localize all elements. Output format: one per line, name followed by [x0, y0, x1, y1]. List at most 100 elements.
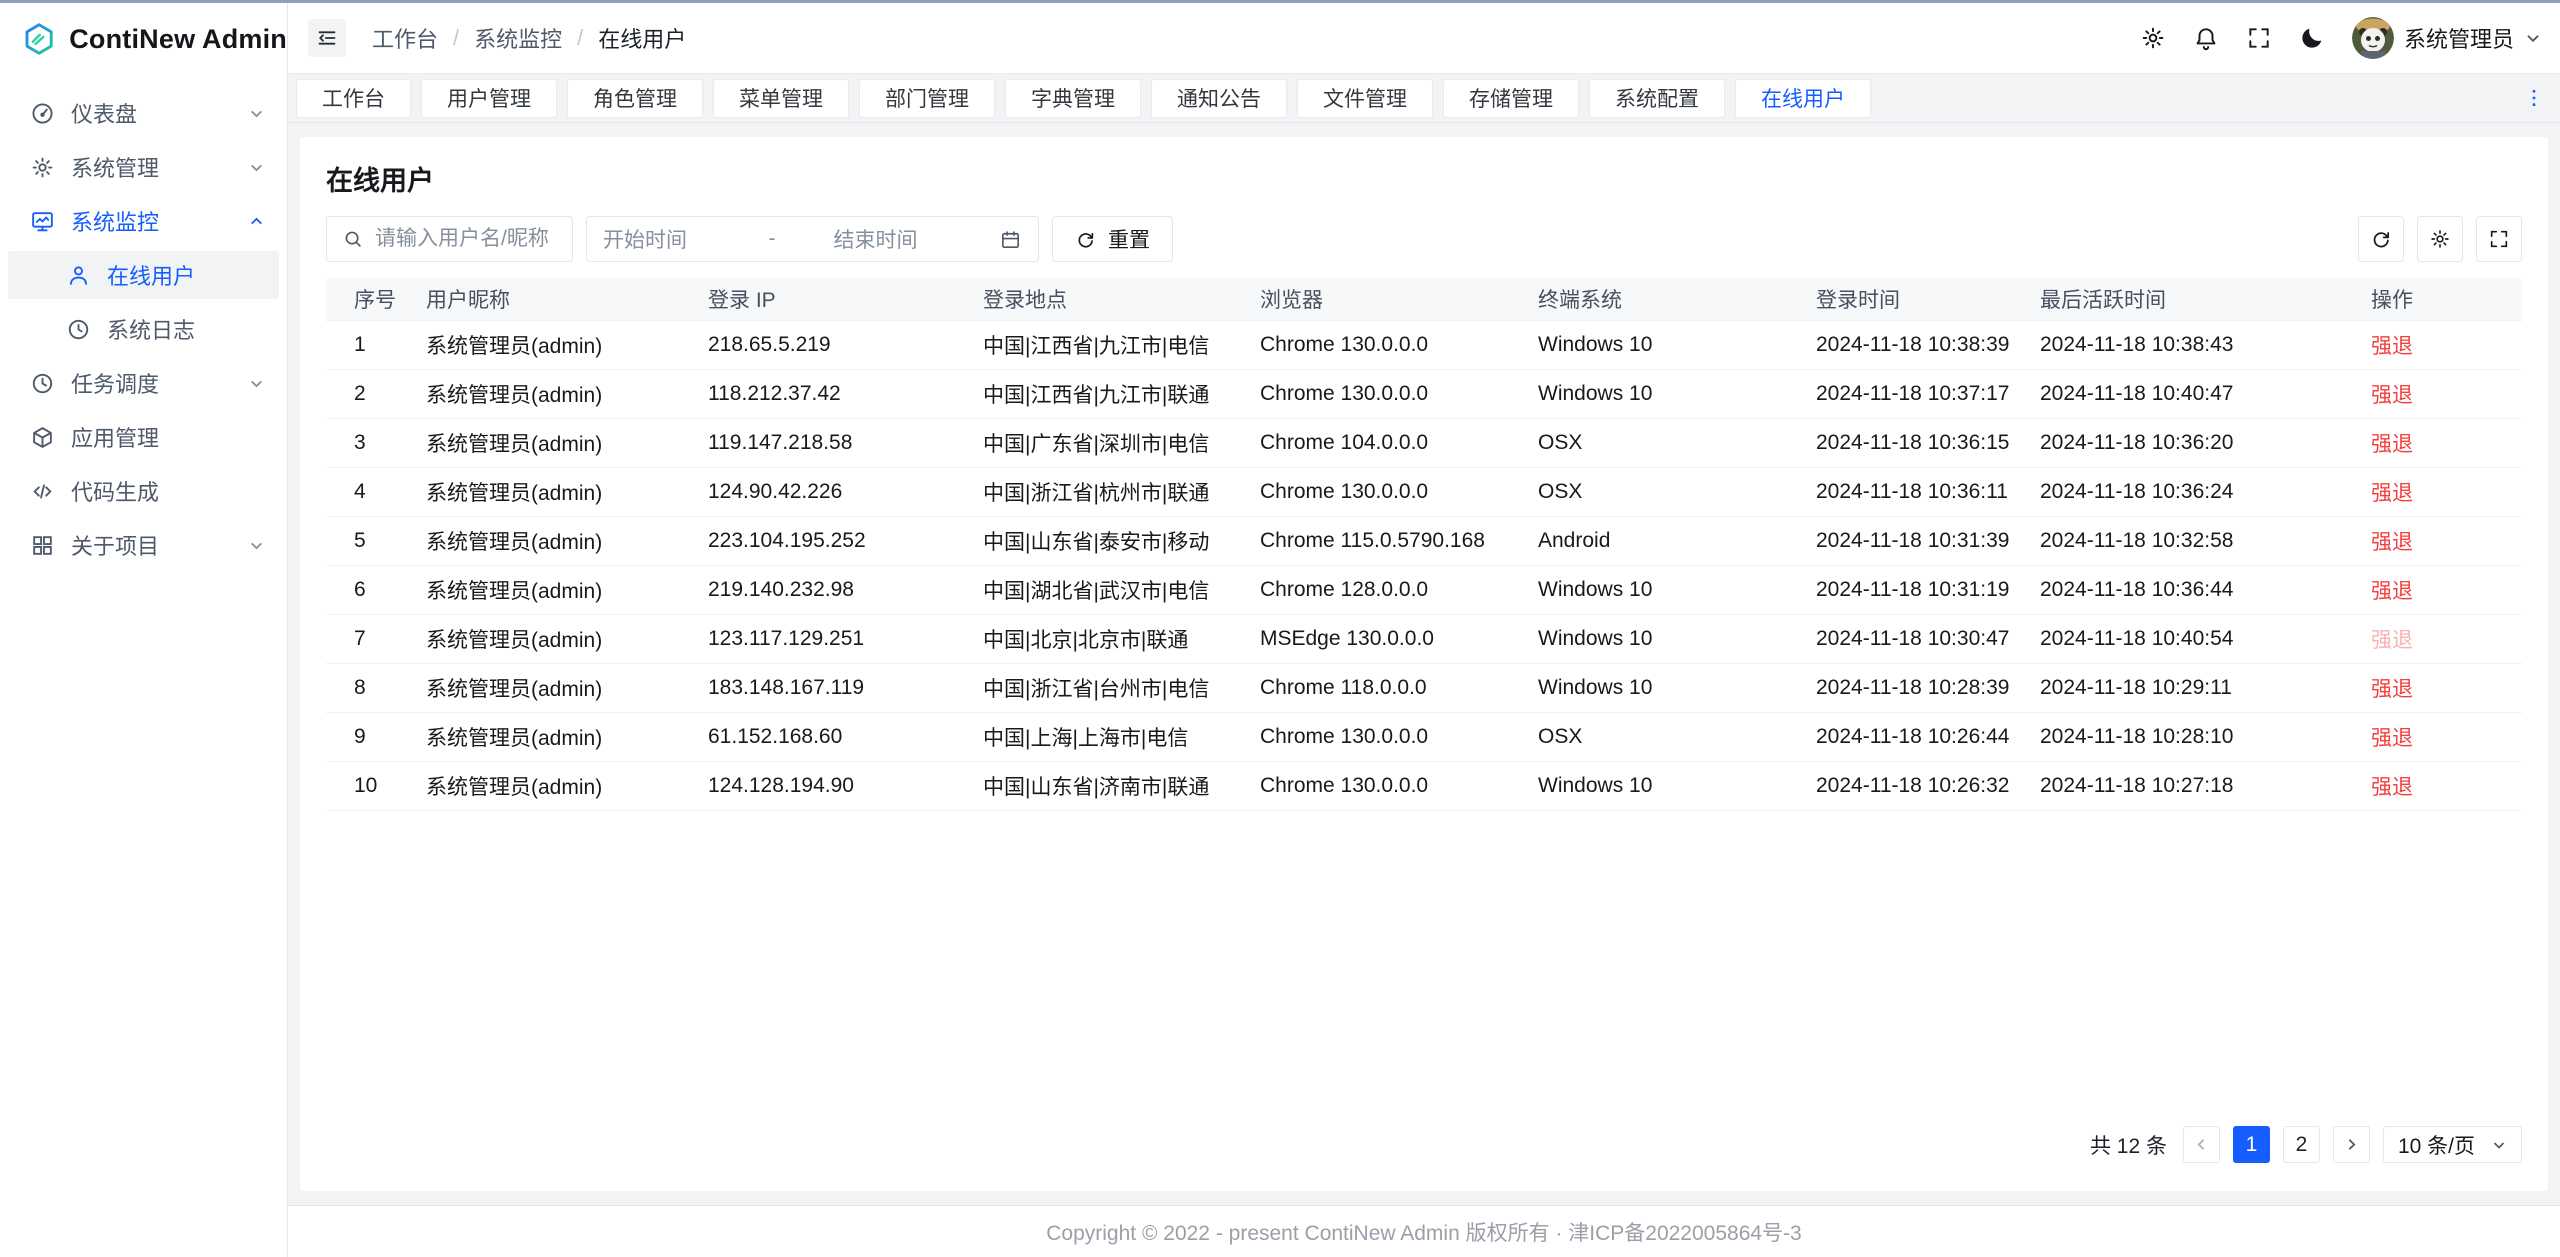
force-logout-link[interactable]: 强退 — [2371, 433, 2413, 456]
sidebar-item-online-users[interactable]: 在线用户 — [8, 251, 279, 299]
search-input-wrapper — [326, 216, 573, 262]
breadcrumb-item[interactable]: 工作台 — [372, 22, 438, 54]
page-title: 在线用户 — [326, 137, 2522, 198]
page-tab[interactable]: 系统配置 — [1589, 79, 1725, 118]
pagination-page-1[interactable]: 1 — [2233, 1126, 2270, 1163]
force-logout-link[interactable]: 强退 — [2371, 678, 2413, 701]
dark-mode-moon-icon[interactable] — [2299, 25, 2325, 51]
user-menu[interactable]: 系统管理员 — [2352, 17, 2542, 59]
tab-actions-menu[interactable] — [2522, 86, 2546, 110]
page-tab[interactable]: 存储管理 — [1443, 79, 1579, 118]
cell-location: 中国|上海|上海市|电信 — [955, 712, 1232, 761]
force-logout-link[interactable]: 强退 — [2371, 482, 2413, 505]
calendar-icon[interactable] — [999, 228, 1022, 251]
page-tab[interactable]: 工作台 — [296, 79, 411, 118]
sidebar-item-code-generator[interactable]: 代码生成 — [8, 467, 279, 515]
reset-button-label: 重置 — [1108, 224, 1150, 254]
search-input[interactable] — [375, 227, 557, 251]
chevron-down-icon — [2524, 29, 2542, 47]
sidebar-item-task-scheduler[interactable]: 任务调度 — [8, 359, 279, 407]
sidebar-menu: 仪表盘 系统管理 系统 — [0, 75, 287, 569]
column-settings-button[interactable] — [2417, 216, 2463, 262]
cell-last-active: 2024-11-18 10:36:44 — [2012, 565, 2343, 614]
refresh-table-button[interactable] — [2358, 216, 2404, 262]
sidebar-item-app-management[interactable]: 应用管理 — [8, 413, 279, 461]
cell-browser: Chrome 130.0.0.0 — [1232, 712, 1510, 761]
settings-icon[interactable] — [2140, 25, 2166, 51]
user-icon — [66, 263, 91, 288]
force-logout-link[interactable]: 强退 — [2371, 580, 2413, 603]
cell-location: 中国|江西省|九江市|电信 — [955, 320, 1232, 369]
date-range-picker[interactable]: 开始时间 - 结束时间 — [586, 216, 1039, 262]
date-end-field[interactable]: 结束时间 — [834, 224, 1000, 254]
cell-index: 1 — [326, 320, 398, 369]
date-start-field[interactable]: 开始时间 — [603, 224, 769, 254]
cell-last-active: 2024-11-18 10:32:58 — [2012, 516, 2343, 565]
cell-login-time: 2024-11-18 10:31:39 — [1788, 516, 2012, 565]
chevron-down-icon — [248, 159, 265, 176]
pagination-next-button[interactable] — [2333, 1126, 2370, 1163]
cell-login-time: 2024-11-18 10:36:11 — [1788, 467, 2012, 516]
force-logout-link[interactable]: 强退 — [2371, 776, 2413, 799]
sidebar-item-label: 系统日志 — [107, 313, 265, 345]
table-row: 7 系统管理员(admin) 123.117.129.251 中国|北京|北京市… — [326, 614, 2522, 663]
page-tab[interactable]: 通知公告 — [1151, 79, 1287, 118]
table-row: 4 系统管理员(admin) 124.90.42.226 中国|浙江省|杭州市|… — [326, 467, 2522, 516]
force-logout-link[interactable]: 强退 — [2371, 531, 2413, 554]
sidebar-item-system-logs[interactable]: 系统日志 — [8, 305, 279, 353]
cell-last-active: 2024-11-18 10:36:24 — [2012, 467, 2343, 516]
fullscreen-icon[interactable] — [2246, 25, 2272, 51]
force-logout-link[interactable]: 强退 — [2371, 335, 2413, 358]
monitor-icon — [30, 209, 55, 234]
cell-os: Windows 10 — [1510, 565, 1788, 614]
cell-nickname: 系统管理员(admin) — [398, 418, 680, 467]
cell-os: Windows 10 — [1510, 614, 1788, 663]
sidebar-collapse-button[interactable] — [308, 19, 346, 57]
page-tab[interactable]: 用户管理 — [421, 79, 557, 118]
column-header-last-active: 最后活跃时间 — [2012, 278, 2343, 320]
cell-ip: 124.128.194.90 — [680, 761, 955, 810]
sidebar-item-system-monitor[interactable]: 系统监控 — [8, 197, 279, 245]
fullscreen-table-button[interactable] — [2476, 216, 2522, 262]
page-tab[interactable]: 字典管理 — [1005, 79, 1141, 118]
cell-index: 2 — [326, 369, 398, 418]
column-header-actions: 操作 — [2343, 278, 2522, 320]
page-tab[interactable]: 在线用户 — [1735, 79, 1871, 118]
page-tab[interactable]: 部门管理 — [859, 79, 995, 118]
force-logout-link[interactable]: 强退 — [2371, 727, 2413, 750]
notification-bell-icon[interactable] — [2193, 25, 2219, 51]
pagination-prev-button[interactable] — [2183, 1126, 2220, 1163]
cell-location: 中国|湖北省|武汉市|电信 — [955, 565, 1232, 614]
page-tab[interactable]: 角色管理 — [567, 79, 703, 118]
force-logout-link[interactable]: 强退 — [2371, 629, 2413, 652]
cell-login-time: 2024-11-18 10:31:19 — [1788, 565, 2012, 614]
breadcrumb-item[interactable]: 系统监控 — [474, 22, 562, 54]
sidebar-item-dashboard[interactable]: 仪表盘 — [8, 89, 279, 137]
cell-login-time: 2024-11-18 10:26:32 — [1788, 761, 2012, 810]
cell-index: 9 — [326, 712, 398, 761]
sidebar-item-label: 应用管理 — [71, 421, 265, 453]
refresh-icon — [1075, 229, 1096, 250]
sidebar-item-about-project[interactable]: 关于项目 — [8, 521, 279, 569]
cell-location: 中国|江西省|九江市|联通 — [955, 369, 1232, 418]
brand-logo[interactable]: ContiNew Admin — [0, 3, 287, 75]
breadcrumb-separator: / — [453, 25, 459, 51]
top-navbar: 工作台 / 系统监控 / 在线用户 — [288, 3, 2560, 74]
sidebar-item-system-management[interactable]: 系统管理 — [8, 143, 279, 191]
pagination-page-2[interactable]: 2 — [2283, 1126, 2320, 1163]
column-header-login-time: 登录时间 — [1788, 278, 2012, 320]
gear-icon — [2429, 228, 2451, 250]
page-tab[interactable]: 文件管理 — [1297, 79, 1433, 118]
clock-icon — [30, 371, 55, 396]
force-logout-link[interactable]: 强退 — [2371, 384, 2413, 407]
ellipsis-vertical-icon — [2522, 86, 2546, 110]
sidebar-item-label: 关于项目 — [71, 529, 232, 561]
cell-nickname: 系统管理员(admin) — [398, 516, 680, 565]
reset-button[interactable]: 重置 — [1052, 216, 1173, 262]
cell-last-active: 2024-11-18 10:27:18 — [2012, 761, 2343, 810]
cell-os: Windows 10 — [1510, 369, 1788, 418]
page-tab[interactable]: 菜单管理 — [713, 79, 849, 118]
footer: Copyright © 2022 - present ContiNew Admi… — [288, 1205, 2560, 1257]
page-size-select[interactable]: 10 条/页 — [2383, 1126, 2522, 1163]
user-name: 系统管理员 — [2404, 22, 2514, 54]
